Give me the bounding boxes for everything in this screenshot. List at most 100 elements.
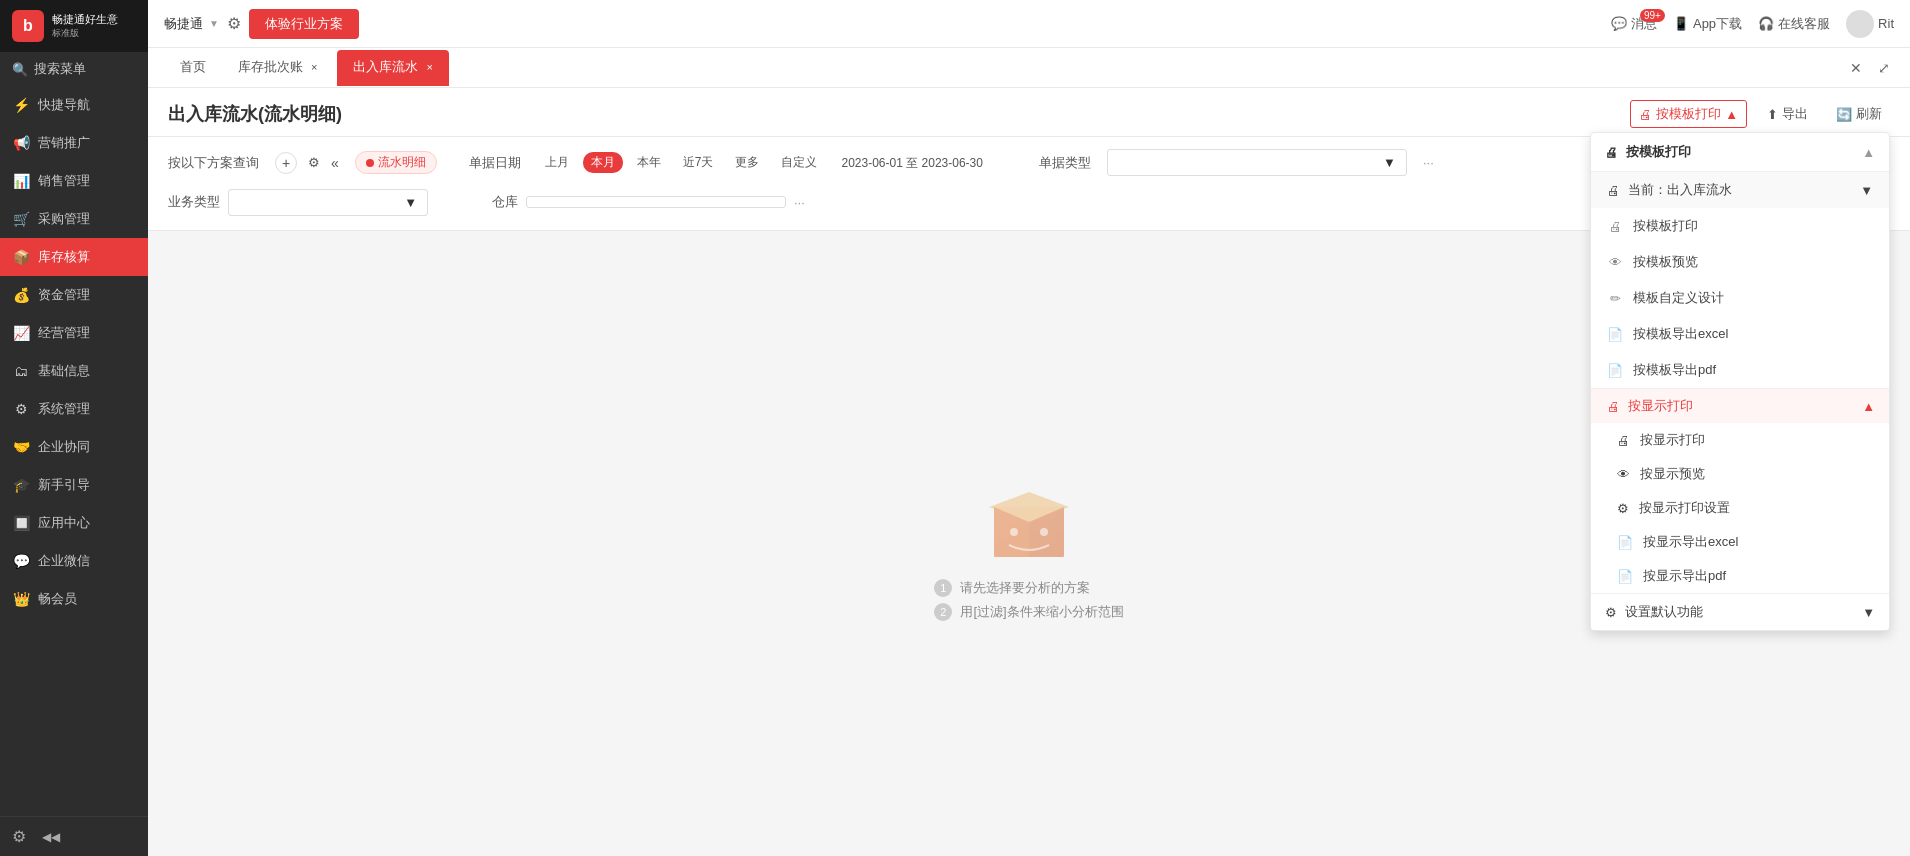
dropdown-item-display-pdf[interactable]: 📄 按显示导出pdf bbox=[1591, 559, 1889, 593]
filter-add-button[interactable]: + bbox=[275, 152, 297, 174]
dropdown-collapse-icon[interactable]: ▲ bbox=[1862, 145, 1875, 160]
empty-hint-1: 1 请先选择要分析的方案 bbox=[934, 579, 1123, 597]
shortcut-icon: ⚡ bbox=[12, 96, 30, 114]
user-selector[interactable]: 畅捷通 ▼ bbox=[164, 15, 219, 33]
trial-button[interactable]: 体验行业方案 bbox=[249, 9, 359, 39]
doc-type-more-icon[interactable]: ··· bbox=[1423, 155, 1434, 170]
export-button[interactable]: ⬆ 导出 bbox=[1759, 101, 1816, 127]
message-icon: 💬 bbox=[1611, 16, 1627, 31]
display-section-chevron-icon: ▲ bbox=[1862, 399, 1875, 414]
date-btn-more[interactable]: 更多 bbox=[727, 151, 767, 174]
dropdown-item-template-preview[interactable]: 👁 按模板预览 bbox=[1591, 244, 1889, 280]
dropdown-print-icon: 🖨 bbox=[1605, 145, 1618, 160]
date-group: 上月 本月 本年 近7天 更多 自定义 bbox=[537, 151, 826, 174]
sidebar-menu: ⚡ 快捷导航 📢 营销推广 📊 销售管理 🛒 采购管理 📦 库存核算 💰 资金管… bbox=[0, 86, 148, 816]
sidebar-item-label: 新手引导 bbox=[38, 476, 90, 494]
date-btn-this-month[interactable]: 本月 bbox=[583, 152, 623, 173]
dropdown-item-template-excel[interactable]: 📄 按模板导出excel bbox=[1591, 316, 1889, 352]
sidebar-item-label: 采购管理 bbox=[38, 210, 90, 228]
window-close-icon[interactable]: ✕ bbox=[1846, 58, 1866, 78]
sidebar-item-inventory[interactable]: 📦 库存核算 bbox=[0, 238, 148, 276]
sidebar-item-shortcut[interactable]: ⚡ 快捷导航 bbox=[0, 86, 148, 124]
biz-type-select[interactable]: ▼ bbox=[228, 189, 428, 216]
date-btn-custom[interactable]: 自定义 bbox=[773, 151, 825, 174]
sidebar-item-wechat[interactable]: 💬 企业微信 bbox=[0, 542, 148, 580]
disp-excel-icon: 📄 bbox=[1617, 535, 1633, 550]
date-btn-7days[interactable]: 近7天 bbox=[675, 151, 722, 174]
sidebar-item-member[interactable]: 👑 畅会员 bbox=[0, 580, 148, 618]
hint-num-1: 1 bbox=[934, 579, 952, 597]
hint-text-2: 用[过滤]条件来缩小分析范围 bbox=[960, 603, 1123, 621]
empty-state-icon bbox=[979, 467, 1079, 567]
sidebar-item-label: 畅会员 bbox=[38, 590, 77, 608]
search-menu[interactable]: 🔍 搜索菜单 bbox=[0, 52, 148, 86]
empty-state: 1 请先选择要分析的方案 2 用[过滤]条件来缩小分析范围 bbox=[934, 467, 1123, 621]
item-preview-icon: 👁 bbox=[1607, 254, 1623, 270]
date-btn-last-month[interactable]: 上月 bbox=[537, 151, 577, 174]
tab-flow-close-icon[interactable]: × bbox=[426, 61, 432, 73]
dropdown-item-display-excel[interactable]: 📄 按显示导出excel bbox=[1591, 525, 1889, 559]
collapse-icon[interactable]: ◀◀ bbox=[42, 830, 60, 844]
svg-point-5 bbox=[1040, 528, 1048, 536]
user-avatar-button[interactable]: Rit bbox=[1846, 10, 1894, 38]
refresh-button[interactable]: 🔄 刷新 bbox=[1828, 101, 1890, 127]
sidebar-item-operations[interactable]: 📈 经营管理 bbox=[0, 314, 148, 352]
dropdown-item-display-settings[interactable]: ⚙ 按显示打印设置 bbox=[1591, 491, 1889, 525]
topbar-left: 畅捷通 ▼ ⚙ 体验行业方案 bbox=[164, 9, 1599, 39]
warehouse-field: 仓库 ··· bbox=[492, 193, 805, 211]
sidebar-item-purchase[interactable]: 🛒 采购管理 bbox=[0, 200, 148, 238]
dropdown-item-display-print[interactable]: 🖨 按显示打印 bbox=[1591, 423, 1889, 457]
filter-tag-flow[interactable]: 流水明细 bbox=[355, 151, 437, 174]
basic-icon: 🗂 bbox=[12, 362, 30, 380]
sidebar-item-basic[interactable]: 🗂 基础信息 bbox=[0, 352, 148, 390]
tab-batch[interactable]: 库存批次账 × bbox=[222, 50, 333, 86]
window-expand-icon[interactable]: ⤢ bbox=[1874, 58, 1894, 78]
message-button[interactable]: 💬 消息 99+ bbox=[1611, 15, 1657, 33]
set-default-button[interactable]: ⚙ 设置默认功能 ▼ bbox=[1591, 594, 1889, 630]
filter-collapse-icon[interactable]: « bbox=[331, 155, 339, 171]
sidebar-item-sales[interactable]: 📊 销售管理 bbox=[0, 162, 148, 200]
biz-type-chevron-icon: ▼ bbox=[404, 195, 417, 210]
doc-type-select[interactable]: ▼ bbox=[1107, 149, 1407, 176]
doc-type-chevron-icon: ▼ bbox=[1383, 155, 1396, 170]
tab-home[interactable]: 首页 bbox=[164, 50, 222, 86]
app-download-button[interactable]: 📱 App下载 bbox=[1673, 15, 1742, 33]
dropdown-current-item[interactable]: 🖨 当前：出入库流水 ▼ bbox=[1591, 172, 1889, 208]
sidebar-item-appstore[interactable]: 🔲 应用中心 bbox=[0, 504, 148, 542]
filter-tag-label: 流水明细 bbox=[378, 154, 426, 171]
dropdown-item-display-preview[interactable]: 👁 按显示预览 bbox=[1591, 457, 1889, 491]
sidebar-item-marketing[interactable]: 📢 营销推广 bbox=[0, 124, 148, 162]
sidebar-item-finance[interactable]: 💰 资金管理 bbox=[0, 276, 148, 314]
tab-batch-label: 库存批次账 bbox=[238, 58, 303, 76]
sidebar-item-system[interactable]: ⚙ 系统管理 bbox=[0, 390, 148, 428]
export-label: 导出 bbox=[1782, 105, 1808, 123]
dropdown-item-template-print[interactable]: 🖨 按模板打印 bbox=[1591, 208, 1889, 244]
tab-batch-close-icon[interactable]: × bbox=[311, 61, 317, 73]
topbar-gear-icon[interactable]: ⚙ bbox=[227, 14, 241, 33]
topbar: 畅捷通 ▼ ⚙ 体验行业方案 💬 消息 99+ 📱 App下载 🎧 在线客服 bbox=[148, 0, 1910, 48]
footer-label: 设置默认功能 bbox=[1625, 603, 1703, 621]
warehouse-more-icon[interactable]: ··· bbox=[794, 195, 805, 210]
filter-gear-icon[interactable]: ⚙ bbox=[303, 152, 325, 174]
app-download-label: App下载 bbox=[1693, 15, 1742, 33]
dropdown-item-template-custom[interactable]: ✏ 模板自定义设计 bbox=[1591, 280, 1889, 316]
print-dropdown-panel: 🖨 按模板打印 ▲ 🖨 当前：出入库流水 ▼ 🖨 按模板打印 👁 bbox=[1590, 132, 1890, 631]
dropdown-item-template-pdf[interactable]: 📄 按模板导出pdf bbox=[1591, 352, 1889, 388]
print-button[interactable]: 🖨 按模板打印 ▲ bbox=[1630, 100, 1747, 128]
filter-scheme-label: 按以下方案查询 bbox=[168, 154, 259, 172]
online-service-button[interactable]: 🎧 在线客服 bbox=[1758, 15, 1830, 33]
page-header: 出入库流水(流水明细) 🖨 按模板打印 ▲ ⬆ 导出 🔄 刷新 bbox=[148, 88, 1910, 137]
item-label: 按模板导出pdf bbox=[1633, 361, 1716, 379]
operations-icon: 📈 bbox=[12, 324, 30, 342]
warehouse-input[interactable] bbox=[526, 196, 786, 208]
service-icon: 🎧 bbox=[1758, 16, 1774, 31]
system-icon: ⚙ bbox=[12, 400, 30, 418]
sidebar-item-label: 快捷导航 bbox=[38, 96, 90, 114]
display-section-header[interactable]: 🖨 按显示打印 ▲ bbox=[1591, 389, 1889, 423]
date-btn-this-year[interactable]: 本年 bbox=[629, 151, 669, 174]
sidebar-item-label: 系统管理 bbox=[38, 400, 90, 418]
sidebar-item-cooperation[interactable]: 🤝 企业协同 bbox=[0, 428, 148, 466]
tab-flow[interactable]: 出入库流水 × bbox=[337, 50, 448, 86]
settings-icon[interactable]: ⚙ bbox=[12, 827, 26, 846]
sidebar-item-guide[interactable]: 🎓 新手引导 bbox=[0, 466, 148, 504]
